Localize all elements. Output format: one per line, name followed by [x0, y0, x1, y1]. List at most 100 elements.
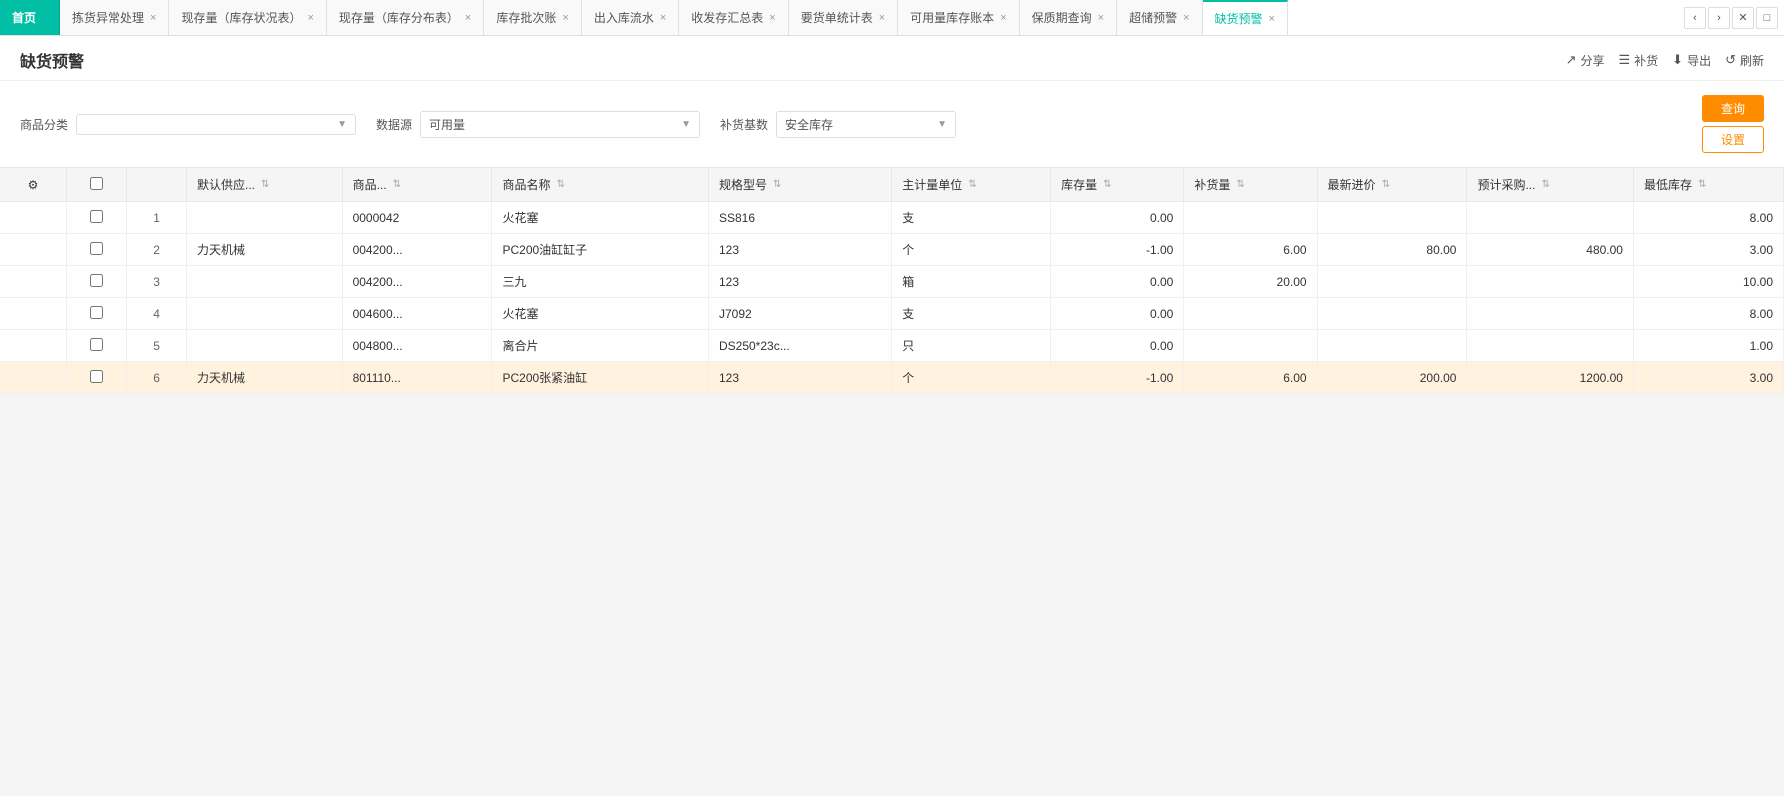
tab-maximize-button[interactable]: □	[1756, 7, 1778, 29]
row-default-supplier: 力天机械	[187, 362, 343, 394]
tab-abnormal-close[interactable]: ×	[150, 12, 156, 24]
row-checkbox-cell[interactable]	[67, 362, 127, 394]
export-label: 导出	[1687, 52, 1711, 69]
th-unit[interactable]: 主计量单位 ⇅	[892, 168, 1051, 202]
row-settings-cell	[0, 330, 67, 362]
category-label: 商品分类	[20, 116, 68, 133]
row-settings-cell	[0, 298, 67, 330]
row-checkbox-cell[interactable]	[67, 202, 127, 234]
tab-receive-summary[interactable]: 收发存汇总表 ×	[679, 0, 788, 35]
row-checkbox[interactable]	[90, 338, 103, 351]
datasource-select-arrow: ▼	[681, 119, 691, 130]
row-product-code: 004200...	[342, 266, 492, 298]
row-replenish-qty	[1184, 202, 1317, 234]
sort-replenish-qty-icon: ⇅	[1236, 179, 1244, 190]
row-unit: 个	[892, 234, 1051, 266]
refresh-icon: ↺	[1725, 52, 1736, 68]
row-product-name: PC200张紧油缸	[492, 362, 709, 394]
category-select[interactable]: ▼	[76, 114, 356, 135]
sort-product-code-icon: ⇅	[393, 179, 401, 190]
th-spec[interactable]: 规格型号 ⇅	[708, 168, 891, 202]
tab-receive-summary-close[interactable]: ×	[769, 12, 775, 24]
tab-shortage-warning-label: 缺货预警	[1215, 10, 1263, 27]
th-product-code[interactable]: 商品... ⇅	[342, 168, 492, 202]
datasource-select[interactable]: 可用量 ▼	[420, 111, 700, 138]
settings-button[interactable]: 设置	[1702, 126, 1764, 153]
th-default-supplier[interactable]: 默认供应... ⇅	[187, 168, 343, 202]
row-checkbox-cell[interactable]	[67, 298, 127, 330]
tab-requisition-stat[interactable]: 要货单统计表 ×	[789, 0, 898, 35]
tab-inout-flow[interactable]: 出入库流水 ×	[582, 0, 679, 35]
row-spec: J7092	[708, 298, 891, 330]
row-settings-cell	[0, 202, 67, 234]
tab-batch-account-close[interactable]: ×	[562, 12, 568, 24]
row-checkbox[interactable]	[90, 274, 103, 287]
th-settings[interactable]: ⚙	[0, 168, 67, 202]
tab-overstock-warning-close[interactable]: ×	[1183, 12, 1189, 24]
tab-close-all-button[interactable]: ✕	[1732, 7, 1754, 29]
export-button[interactable]: ⬇ 导出	[1672, 52, 1711, 69]
tab-abnormal[interactable]: 拣货异常处理 ×	[60, 0, 169, 35]
tab-expiry-query-close[interactable]: ×	[1098, 12, 1104, 24]
datasource-select-value: 可用量	[429, 116, 465, 133]
row-product-name: 三九	[492, 266, 709, 298]
tab-requisition-stat-close[interactable]: ×	[879, 12, 885, 24]
select-all-checkbox[interactable]	[90, 177, 103, 190]
tab-available-ledger[interactable]: 可用量库存账本 ×	[898, 0, 1019, 35]
row-stock-qty: 0.00	[1051, 298, 1184, 330]
tab-batch-account[interactable]: 库存批次账 ×	[484, 0, 581, 35]
row-checkbox-cell[interactable]	[67, 330, 127, 362]
share-button[interactable]: ↗ 分享	[1566, 52, 1605, 69]
th-latest-price[interactable]: 最新进价 ⇅	[1317, 168, 1467, 202]
tab-home[interactable]: 首页	[0, 0, 60, 35]
row-checkbox[interactable]	[90, 370, 103, 383]
row-est-purchase: 480.00	[1467, 234, 1634, 266]
tab-inventory-dist[interactable]: 现存量（库存分布表） ×	[327, 0, 484, 35]
row-unit: 支	[892, 202, 1051, 234]
row-stock-qty: -1.00	[1051, 362, 1184, 394]
tab-prev-button[interactable]: ‹	[1684, 7, 1706, 29]
row-default-supplier	[187, 266, 343, 298]
filter-replenish-base-group: 补货基数 安全库存 ▼	[720, 111, 956, 138]
row-spec: 123	[708, 266, 891, 298]
row-est-purchase: 1200.00	[1467, 362, 1634, 394]
replenish-button[interactable]: ☰ 补货	[1618, 52, 1658, 69]
datasource-label: 数据源	[376, 116, 412, 133]
tab-expiry-query[interactable]: 保质期查询 ×	[1020, 0, 1117, 35]
query-button[interactable]: 查询	[1702, 95, 1764, 122]
row-product-code: 004600...	[342, 298, 492, 330]
tab-inventory-status[interactable]: 现存量（库存状况表） ×	[169, 0, 326, 35]
filter-actions: 查询 设置	[1702, 95, 1764, 153]
th-stock-qty-label: 库存量	[1061, 176, 1097, 193]
row-replenish-qty: 6.00	[1184, 362, 1317, 394]
tab-overstock-warning[interactable]: 超储预警 ×	[1117, 0, 1202, 35]
tab-shortage-warning-close[interactable]: ×	[1269, 13, 1275, 25]
row-checkbox-cell[interactable]	[67, 266, 127, 298]
replenish-icon: ☰	[1618, 52, 1630, 68]
row-checkbox[interactable]	[90, 242, 103, 255]
tab-available-ledger-close[interactable]: ×	[1000, 12, 1006, 24]
th-product-name[interactable]: 商品名称 ⇅	[492, 168, 709, 202]
page-title: 缺货预警	[20, 48, 84, 72]
row-checkbox[interactable]	[90, 306, 103, 319]
sort-latest-price-icon: ⇅	[1382, 179, 1390, 190]
replenish-base-select[interactable]: 安全库存 ▼	[776, 111, 956, 138]
refresh-button[interactable]: ↺ 刷新	[1725, 52, 1764, 69]
tab-inventory-dist-close[interactable]: ×	[465, 12, 471, 24]
row-product-code: 801110...	[342, 362, 492, 394]
tab-shortage-warning[interactable]: 缺货预警 ×	[1203, 0, 1288, 35]
settings-gear-icon: ⚙	[28, 178, 39, 192]
tab-inout-flow-close[interactable]: ×	[660, 12, 666, 24]
th-product-code-label: 商品...	[353, 176, 387, 193]
th-est-purchase[interactable]: 预计采购... ⇅	[1467, 168, 1634, 202]
row-min-stock: 3.00	[1633, 234, 1783, 266]
row-settings-cell	[0, 266, 67, 298]
th-min-stock[interactable]: 最低库存 ⇅	[1633, 168, 1783, 202]
th-checkbox[interactable]	[67, 168, 127, 202]
tab-inventory-status-close[interactable]: ×	[307, 12, 313, 24]
tab-next-button[interactable]: ›	[1708, 7, 1730, 29]
row-checkbox-cell[interactable]	[67, 234, 127, 266]
row-checkbox[interactable]	[90, 210, 103, 223]
th-stock-qty[interactable]: 库存量 ⇅	[1051, 168, 1184, 202]
th-replenish-qty[interactable]: 补货量 ⇅	[1184, 168, 1317, 202]
